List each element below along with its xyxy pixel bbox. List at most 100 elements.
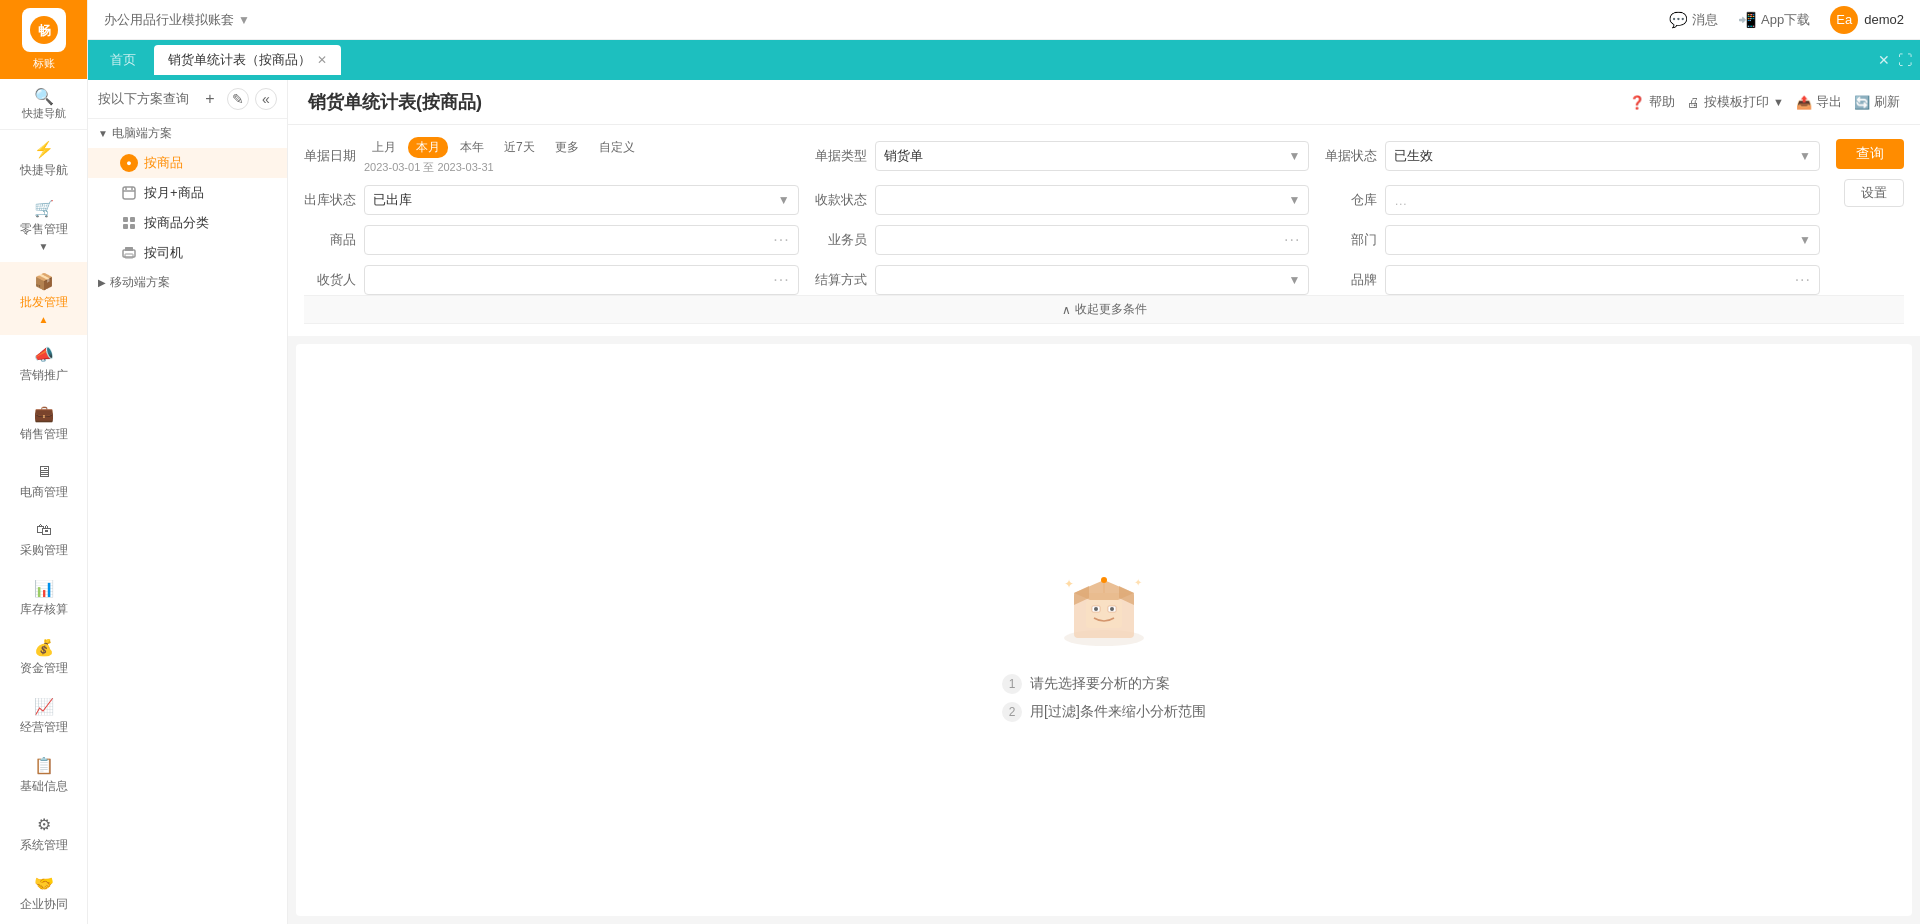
svg-rect-6 (123, 217, 128, 222)
scheme-by-month-product[interactable]: 按月+商品 (88, 178, 287, 208)
main-area: 办公用品行业模拟账套 ▼ 💬 消息 📲 App下载 Ea demo2 首页 (88, 0, 1920, 924)
sidebar-item-purchase[interactable]: 🛍 采购管理 (0, 511, 87, 569)
brand-control[interactable]: ··· (1385, 265, 1820, 295)
tab-home[interactable]: 首页 (96, 45, 150, 75)
department-control[interactable]: ▼ (1385, 225, 1820, 255)
tab-expand-area: ✕ ⛶ (1878, 52, 1912, 68)
doc-status-control[interactable]: 已生效 ▼ (1385, 141, 1820, 171)
tab-maximize-icon[interactable]: ⛶ (1898, 52, 1912, 68)
tab-minimize-icon[interactable]: ✕ (1878, 52, 1890, 68)
tabbar: 首页 销货单统计表（按商品） ✕ ✕ ⛶ (88, 40, 1920, 80)
sidebar-search[interactable]: 🔍 快捷导航 (0, 79, 87, 130)
scheme-icon-orange: ● (120, 154, 138, 172)
page-title: 销货单统计表(按商品) (308, 90, 482, 124)
query-button[interactable]: 查询 (1836, 139, 1904, 169)
tip-text-1: 请先选择要分析的方案 (1030, 675, 1170, 693)
settings-button[interactable]: 设置 (1844, 179, 1904, 207)
left-panel-title: 按以下方案查询 (98, 90, 189, 108)
svg-rect-8 (123, 224, 128, 229)
enterprise-coop-icon: 🤝 (34, 874, 54, 893)
refresh-label: 刷新 (1874, 93, 1900, 111)
collapse-bar[interactable]: ∧ 收起更多条件 (304, 295, 1904, 324)
mobile-group-label[interactable]: ▶ 移动端方案 (88, 268, 287, 297)
sidebar-item-wholesale[interactable]: 📦 批发管理 ▲ (0, 262, 87, 335)
sidebar-item-finance[interactable]: 💰 资金管理 (0, 628, 87, 687)
add-scheme-btn[interactable]: + (199, 88, 221, 110)
product-control[interactable]: ··· (364, 225, 799, 255)
salesperson-control[interactable]: ··· (875, 225, 1310, 255)
tab-sales-stat[interactable]: 销货单统计表（按商品） ✕ (154, 45, 341, 75)
warehouse-control[interactable]: … (1385, 185, 1820, 215)
sidebar-item-inventory[interactable]: 📊 库存核算 (0, 569, 87, 628)
wholesale-icon: 📦 (34, 272, 54, 291)
date-btn-this-month[interactable]: 本月 (408, 137, 448, 158)
content-wrapper: 按以下方案查询 + ✎ « ▼ 电脑端方案 ● 按商品 (88, 80, 1920, 924)
date-btn-more[interactable]: 更多 (547, 137, 587, 158)
sidebar-item-basic-info[interactable]: 📋 基础信息 (0, 746, 87, 805)
sidebar-item-enterprise-coop[interactable]: 🤝 企业协同 (0, 864, 87, 923)
user-name: demo2 (1864, 12, 1904, 27)
collapse-panel-btn[interactable]: « (255, 88, 277, 110)
receipt-status-control[interactable]: ▼ (875, 185, 1310, 215)
empty-state: ✦ ✦ 1 请先选择要分析的方案 2 用[过滤]条件来缩小分析范围 (296, 344, 1912, 916)
print-icon: 🖨 (1687, 95, 1700, 110)
sidebar: 畅 标账 🔍 快捷导航 ⚡ 快捷导航 🛒 零售管理 ▼ 📦 批发管理 ▲ 📣 营… (0, 0, 88, 924)
tab-close-icon[interactable]: ✕ (317, 53, 327, 67)
user-profile[interactable]: Ea demo2 (1830, 6, 1904, 34)
receiver-label: 收货人 (304, 271, 356, 289)
right-content: 销货单统计表(按商品) ❓ 帮助 🖨 按模板打印 ▼ 📤 导出 (288, 80, 1920, 924)
date-btn-7days[interactable]: 近7天 (496, 137, 543, 158)
sidebar-item-label: 基础信息 (20, 778, 68, 795)
sidebar-item-label: 资金管理 (20, 660, 68, 677)
scheme-by-product-label: 按商品 (144, 154, 183, 172)
wholesale-arrow-icon: ▲ (39, 314, 49, 325)
sidebar-item-operations[interactable]: 📈 经营管理 (0, 687, 87, 746)
sidebar-item-system[interactable]: ⚙ 系统管理 (0, 805, 87, 864)
help-btn[interactable]: ❓ 帮助 (1629, 93, 1675, 111)
warehouse-filter-item: 仓库 … (1325, 185, 1820, 215)
sidebar-item-retail[interactable]: 🛒 零售管理 ▼ (0, 189, 87, 262)
basic-info-icon: 📋 (34, 756, 54, 775)
scheme-by-product[interactable]: ● 按商品 (88, 148, 287, 178)
export-btn[interactable]: 📤 导出 (1796, 93, 1842, 111)
receipt-status-arrow-icon: ▼ (1288, 193, 1300, 207)
doc-type-control[interactable]: 销货单 ▼ (875, 141, 1310, 171)
empty-illustration: ✦ ✦ (1044, 538, 1164, 658)
industry-label: 办公用品行业模拟账套 (104, 11, 234, 29)
retail-arrow-icon: ▼ (39, 241, 49, 252)
pc-group-text: 电脑端方案 (112, 125, 172, 142)
print-btn[interactable]: 🖨 按模板打印 ▼ (1687, 93, 1784, 111)
payment-method-control[interactable]: ▼ (875, 265, 1310, 295)
receiver-control[interactable]: ··· (364, 265, 799, 295)
mobile-group-text: 移动端方案 (110, 274, 170, 291)
retail-icon: 🛒 (34, 199, 54, 218)
scheme-by-printer[interactable]: 按司机 (88, 238, 287, 268)
edit-scheme-btn[interactable]: ✎ (227, 88, 249, 110)
message-btn[interactable]: 💬 消息 (1669, 11, 1718, 29)
refresh-btn[interactable]: 🔄 刷新 (1854, 93, 1900, 111)
date-btn-custom[interactable]: 自定义 (591, 137, 643, 158)
sidebar-item-label: 电商管理 (20, 484, 68, 501)
sidebar-item-ecommerce[interactable]: 🖥 电商管理 (0, 453, 87, 511)
sidebar-item-marketing[interactable]: 📣 营销推广 (0, 335, 87, 394)
help-icon: ❓ (1629, 95, 1645, 110)
scheme-by-category[interactable]: 按商品分类 (88, 208, 287, 238)
doc-type-filter-item: 单据类型 销货单 ▼ (815, 141, 1310, 171)
department-arrow-icon: ▼ (1799, 233, 1811, 247)
refresh-icon: 🔄 (1854, 95, 1870, 110)
sidebar-item-label: 系统管理 (20, 837, 68, 854)
sidebar-item-sales-mgmt[interactable]: 💼 销售管理 (0, 394, 87, 453)
date-btn-last-month[interactable]: 上月 (364, 137, 404, 158)
warehouse-label: 仓库 (1325, 191, 1377, 209)
sidebar-logo[interactable]: 畅 标账 (0, 0, 87, 79)
app-download-btn[interactable]: 📲 App下载 (1738, 11, 1810, 29)
collapse-label: 收起更多条件 (1075, 301, 1147, 318)
sidebar-item-label: 销售管理 (20, 426, 68, 443)
svg-point-21 (1094, 607, 1098, 611)
tab-sales-stat-label: 销货单统计表（按商品） (168, 51, 311, 69)
out-status-control[interactable]: 已出库 ▼ (364, 185, 799, 215)
sidebar-item-quick-nav[interactable]: ⚡ 快捷导航 (0, 130, 87, 189)
sidebar-item-label: 企业协同 (20, 896, 68, 913)
scheme-icon-printer (120, 244, 138, 262)
date-btn-this-year[interactable]: 本年 (452, 137, 492, 158)
